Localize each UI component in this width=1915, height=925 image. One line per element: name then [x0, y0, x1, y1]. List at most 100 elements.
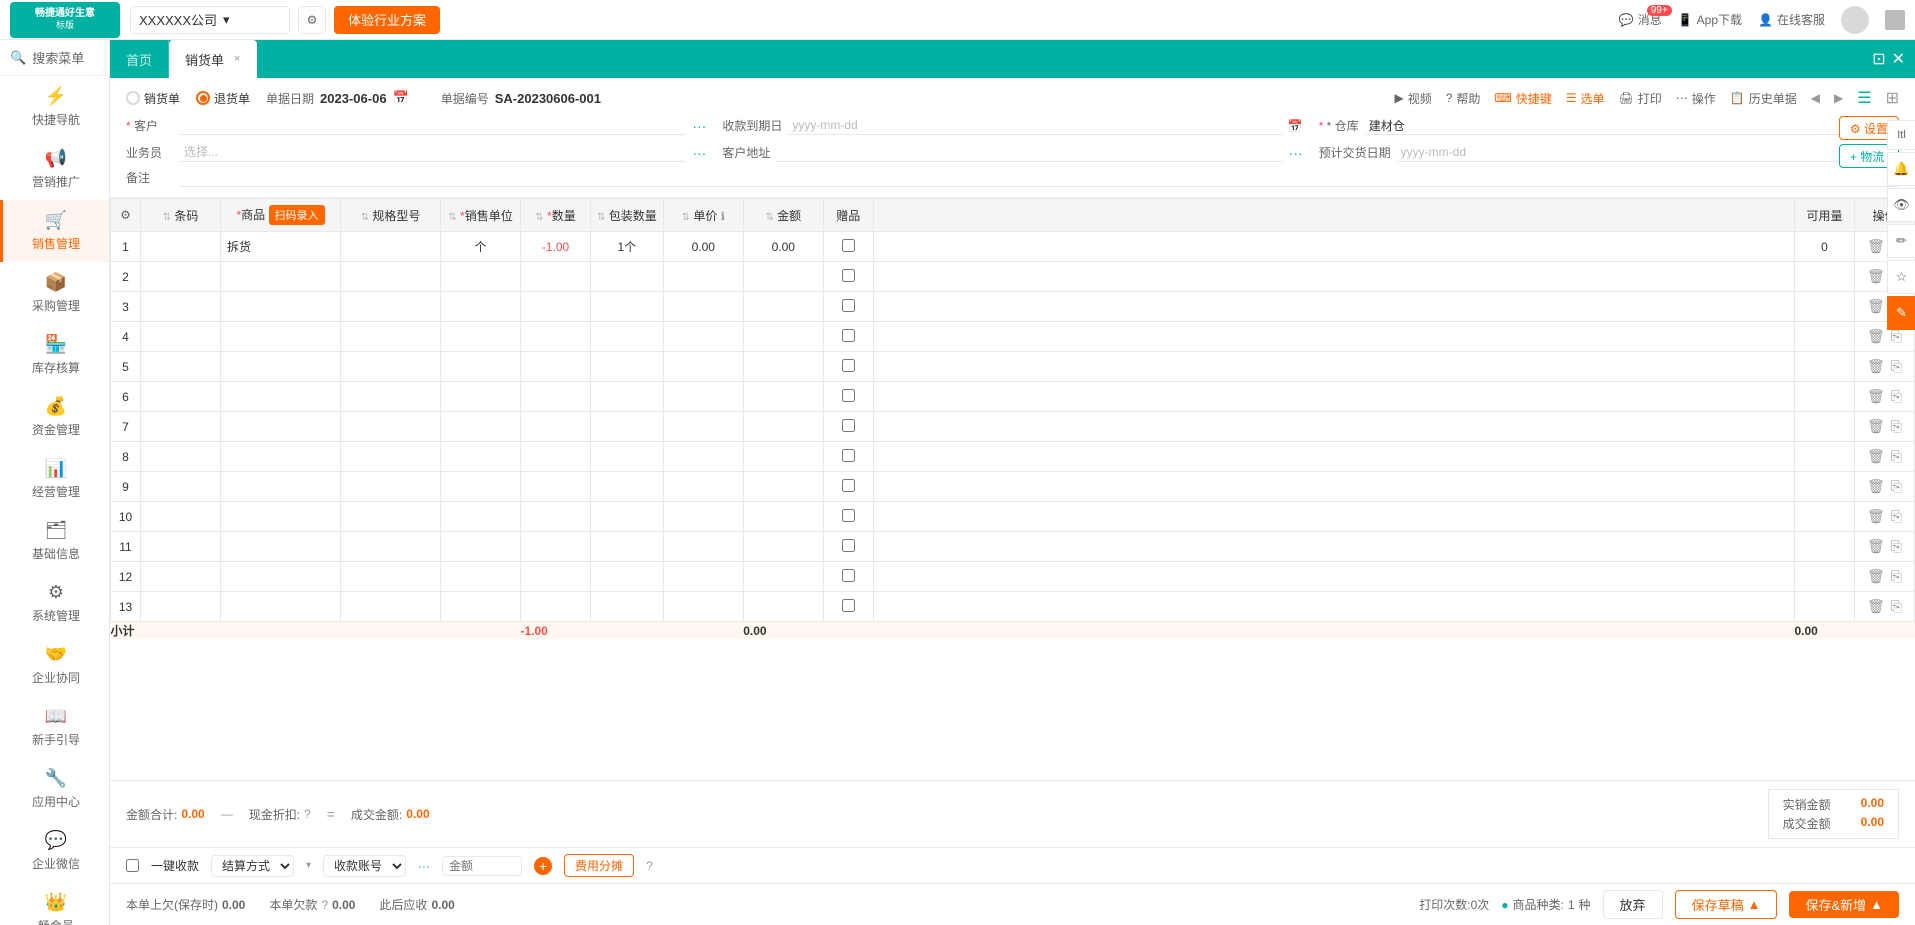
- copy-row-icon[interactable]: ⎘: [1891, 388, 1902, 405]
- sidebar-item-member[interactable]: 👑 畅会员: [0, 882, 109, 925]
- copy-row-icon[interactable]: ⎘: [1891, 418, 1902, 435]
- row-barcode-1[interactable]: [141, 232, 221, 262]
- right-float-btn-4[interactable]: ✏: [1887, 224, 1915, 258]
- sidebar-item-collab[interactable]: 🤝 企业协同: [0, 634, 109, 696]
- copy-row-icon[interactable]: ⎘: [1891, 478, 1902, 495]
- row-gift-12[interactable]: [823, 562, 873, 592]
- sidebar-item-guide[interactable]: 📖 新手引导: [0, 696, 109, 758]
- sidebar-item-marketing[interactable]: 📢 营销推广: [0, 138, 109, 200]
- sidebar-item-system[interactable]: ⚙ 系统管理: [0, 572, 109, 634]
- sidebar-item-wechat[interactable]: 💬 企业微信: [0, 820, 109, 882]
- calendar-icon[interactable]: 📅: [393, 90, 409, 106]
- right-float-btn-1[interactable]: Itl: [1887, 120, 1915, 150]
- sidebar-item-finance[interactable]: 💰 资金管理: [0, 386, 109, 448]
- app-download-button[interactable]: 📱 App下载: [1678, 11, 1742, 28]
- maximize-icon[interactable]: ⊡: [1872, 49, 1885, 69]
- row-spec-9[interactable]: [341, 472, 441, 502]
- delete-row-icon[interactable]: 🗑: [1867, 418, 1885, 435]
- avatar[interactable]: [1841, 6, 1869, 34]
- row-gift-5[interactable]: [823, 352, 873, 382]
- row-barcode-3[interactable]: [141, 292, 221, 322]
- row-gift-7[interactable]: [823, 412, 873, 442]
- radio-sale-order[interactable]: 销货单: [126, 90, 180, 107]
- copy-row-icon[interactable]: ⎘: [1891, 538, 1902, 555]
- row-gift-4[interactable]: [823, 322, 873, 352]
- row-gift-2[interactable]: [823, 262, 873, 292]
- close-window-icon[interactable]: ✕: [1892, 49, 1905, 69]
- salesperson-input[interactable]: [180, 143, 686, 162]
- row-spec-1[interactable]: [341, 232, 441, 262]
- print-btn[interactable]: 🖨 打印: [1619, 90, 1662, 107]
- sidebar-item-inventory[interactable]: 🏪 库存核算: [0, 324, 109, 386]
- radio-return-order[interactable]: 退货单: [196, 90, 250, 107]
- right-float-btn-6[interactable]: ✎: [1887, 296, 1915, 330]
- tab-home[interactable]: 首页: [110, 40, 169, 78]
- row-barcode-12[interactable]: [141, 562, 221, 592]
- save-new-button[interactable]: 保存&新增 ▲: [1789, 891, 1899, 918]
- warehouse-input[interactable]: [1365, 116, 1879, 135]
- delete-row-icon[interactable]: 🗑: [1867, 268, 1885, 285]
- payment-amount-input[interactable]: [442, 856, 522, 876]
- copy-row-icon[interactable]: ⎘: [1891, 598, 1902, 615]
- settings-button[interactable]: ⚙: [298, 6, 326, 34]
- row-barcode-13[interactable]: [141, 592, 221, 622]
- delete-row-icon[interactable]: 🗑: [1867, 598, 1885, 615]
- row-barcode-11[interactable]: [141, 532, 221, 562]
- delete-row-icon[interactable]: 🗑: [1867, 568, 1885, 585]
- delete-row-icon[interactable]: 🗑: [1867, 388, 1885, 405]
- delete-row-icon[interactable]: 🗑: [1867, 238, 1885, 255]
- sidebar-item-basicinfo[interactable]: 🗂 基础信息: [0, 510, 109, 572]
- salesperson-more-icon[interactable]: ···: [692, 145, 706, 161]
- row-spec-11[interactable]: [341, 532, 441, 562]
- row-spec-4[interactable]: [341, 322, 441, 352]
- copy-row-icon[interactable]: ⎘: [1891, 568, 1902, 585]
- row-barcode-4[interactable]: [141, 322, 221, 352]
- account-more-icon[interactable]: ···: [418, 859, 430, 873]
- row-gift-9[interactable]: [823, 472, 873, 502]
- sidebar-item-sales[interactable]: 🛒 销售管理: [0, 200, 109, 262]
- copy-row-icon[interactable]: ⎘: [1891, 358, 1902, 375]
- row-gift-10[interactable]: [823, 502, 873, 532]
- delete-row-icon[interactable]: 🗑: [1867, 358, 1885, 375]
- trial-button[interactable]: 体验行业方案: [334, 6, 440, 34]
- row-barcode-9[interactable]: [141, 472, 221, 502]
- due-help-icon[interactable]: ?: [321, 898, 328, 912]
- prev-record-icon[interactable]: ◀: [1811, 91, 1820, 105]
- row-gift-6[interactable]: [823, 382, 873, 412]
- customer-addr-input[interactable]: [776, 143, 1282, 162]
- help-btn[interactable]: ? 帮助: [1446, 90, 1481, 107]
- discount-help-icon[interactable]: ?: [304, 807, 311, 821]
- delete-row-icon[interactable]: 🗑: [1867, 478, 1885, 495]
- operations-btn[interactable]: ⋯ 操作: [1676, 90, 1716, 107]
- addr-more-icon[interactable]: ···: [1289, 145, 1303, 161]
- save-draft-button[interactable]: 保存草稿 ▲: [1675, 890, 1778, 919]
- row-spec-2[interactable]: [341, 262, 441, 292]
- video-help-btn[interactable]: ▶ 视频: [1394, 90, 1431, 107]
- row-spec-3[interactable]: [341, 292, 441, 322]
- online-service-button[interactable]: 👤 在线客服: [1758, 11, 1825, 28]
- row-barcode-5[interactable]: [141, 352, 221, 382]
- row-spec-10[interactable]: [341, 502, 441, 532]
- row-gift-1[interactable]: [823, 232, 873, 262]
- right-float-btn-5[interactable]: ☆: [1887, 260, 1915, 294]
- next-record-icon[interactable]: ▶: [1834, 91, 1843, 105]
- shortcut-btn[interactable]: ⌨ 快捷键: [1494, 90, 1551, 107]
- row-spec-12[interactable]: [341, 562, 441, 592]
- company-selector[interactable]: XXXXXX公司 ▾: [130, 6, 290, 34]
- account-select[interactable]: 收款账号: [323, 855, 406, 877]
- row-spec-6[interactable]: [341, 382, 441, 412]
- scan-button[interactable]: 扫码录入: [269, 205, 325, 225]
- delete-row-icon[interactable]: 🗑: [1867, 448, 1885, 465]
- row-spec-8[interactable]: [341, 442, 441, 472]
- row-gift-11[interactable]: [823, 532, 873, 562]
- expense-help-icon[interactable]: ?: [646, 859, 653, 873]
- due-date-input[interactable]: [788, 116, 1281, 135]
- row-barcode-2[interactable]: [141, 262, 221, 292]
- sidebar-search[interactable]: 🔍 搜索菜单: [0, 40, 109, 76]
- expense-split-button[interactable]: 费用分摊: [564, 854, 634, 877]
- grid-view-icon[interactable]: ⊞: [1886, 88, 1899, 108]
- list-view-icon[interactable]: ☰: [1857, 88, 1871, 108]
- right-float-btn-3[interactable]: 👁: [1887, 188, 1915, 222]
- history-btn[interactable]: 📋 历史单据: [1730, 90, 1797, 107]
- row-spec-5[interactable]: [341, 352, 441, 382]
